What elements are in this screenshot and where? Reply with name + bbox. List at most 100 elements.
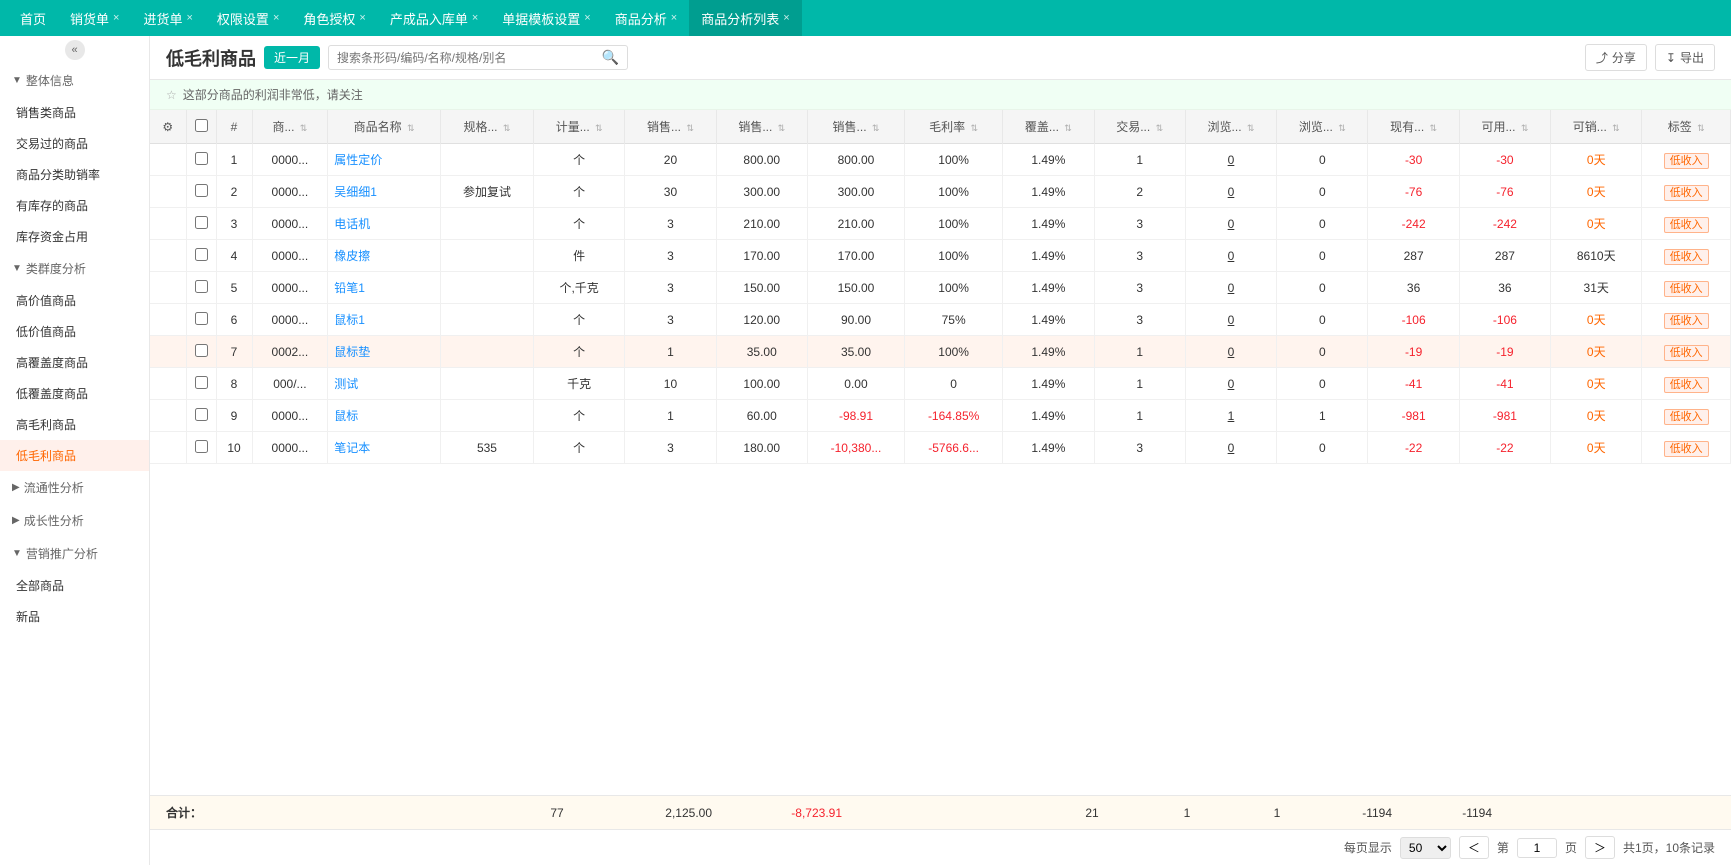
next-page-btn[interactable]: ＞ bbox=[1585, 836, 1615, 859]
td-checkbox-3[interactable] bbox=[186, 240, 216, 272]
nav-product-entry[interactable]: 产成品入库单 × bbox=[378, 0, 490, 36]
close-purchase-icon[interactable]: × bbox=[186, 12, 192, 24]
row-checkbox-9[interactable] bbox=[195, 440, 208, 453]
td-checkbox-6[interactable] bbox=[186, 336, 216, 368]
th-spec[interactable]: 规格... ⇅ bbox=[440, 110, 533, 144]
sidebar-item-category-rate[interactable]: 商品分类助销率 bbox=[0, 159, 149, 190]
nav-roles[interactable]: 角色授权 × bbox=[291, 0, 377, 36]
td-view1-8[interactable]: 1 bbox=[1185, 400, 1276, 432]
td-name-4[interactable]: 铅笔1 bbox=[328, 272, 441, 304]
td-name-6[interactable]: 鼠标垫 bbox=[328, 336, 441, 368]
nav-product-analysis[interactable]: 商品分析 × bbox=[603, 0, 689, 36]
sidebar-item-traded-goods[interactable]: 交易过的商品 bbox=[0, 128, 149, 159]
sidebar-collapse-btn[interactable]: « bbox=[65, 40, 85, 60]
td-checkbox-0[interactable] bbox=[186, 144, 216, 176]
sidebar-item-stock-capital[interactable]: 库存资金占用 bbox=[0, 221, 149, 252]
td-checkbox-7[interactable] bbox=[186, 368, 216, 400]
td-view1-9[interactable]: 0 bbox=[1185, 432, 1276, 464]
search-icon[interactable]: 🔍 bbox=[602, 49, 619, 66]
row-checkbox-5[interactable] bbox=[195, 312, 208, 325]
row-checkbox-6[interactable] bbox=[195, 344, 208, 357]
td-checkbox-4[interactable] bbox=[186, 272, 216, 304]
th-tag[interactable]: 标签 ⇅ bbox=[1642, 110, 1731, 144]
view1-link-0[interactable]: 0 bbox=[1228, 153, 1235, 167]
th-sales-profit[interactable]: 销售... ⇅ bbox=[807, 110, 904, 144]
nav-home[interactable]: 首页 bbox=[8, 0, 58, 36]
sidebar-item-low-margin[interactable]: 低毛利商品 bbox=[0, 440, 149, 471]
td-name-3[interactable]: 橡皮擦 bbox=[328, 240, 441, 272]
close-roles-icon[interactable]: × bbox=[359, 12, 365, 24]
sidebar-item-high-margin[interactable]: 高毛利商品 bbox=[0, 409, 149, 440]
view1-link-3[interactable]: 0 bbox=[1228, 249, 1235, 263]
view1-link-2[interactable]: 0 bbox=[1228, 217, 1235, 231]
view1-link-6[interactable]: 0 bbox=[1228, 345, 1235, 359]
search-input[interactable] bbox=[337, 51, 602, 65]
th-settings[interactable]: ⚙ bbox=[150, 110, 186, 144]
td-checkbox-8[interactable] bbox=[186, 400, 216, 432]
share-btn[interactable]: ⤴ 分享 bbox=[1585, 44, 1647, 71]
table-wrapper[interactable]: ⚙ # 商... ⇅ 商品名称 ⇅ 规格... ⇅ 计量... ⇅ 销售... … bbox=[150, 110, 1731, 795]
td-view1-6[interactable]: 0 bbox=[1185, 336, 1276, 368]
th-deal-count[interactable]: 交易... ⇅ bbox=[1094, 110, 1185, 144]
td-view1-5[interactable]: 0 bbox=[1185, 304, 1276, 336]
close-product-analysis-icon[interactable]: × bbox=[671, 12, 677, 24]
sidebar-section-cluster[interactable]: ▼ 类群度分析 bbox=[0, 252, 149, 285]
td-checkbox-1[interactable] bbox=[186, 176, 216, 208]
export-btn[interactable]: ↧ 导出 bbox=[1655, 44, 1715, 71]
sidebar-item-sales-goods[interactable]: 销售类商品 bbox=[0, 97, 149, 128]
td-view1-1[interactable]: 0 bbox=[1185, 176, 1276, 208]
sidebar-item-low-coverage[interactable]: 低覆盖度商品 bbox=[0, 378, 149, 409]
row-checkbox-4[interactable] bbox=[195, 280, 208, 293]
td-checkbox-2[interactable] bbox=[186, 208, 216, 240]
td-view1-2[interactable]: 0 bbox=[1185, 208, 1276, 240]
sidebar-section-growth[interactable]: ▶ 成长性分析 bbox=[0, 504, 149, 537]
close-permissions-icon[interactable]: × bbox=[273, 12, 279, 24]
th-sales-amt[interactable]: 销售... ⇅ bbox=[716, 110, 807, 144]
row-checkbox-7[interactable] bbox=[195, 376, 208, 389]
td-view1-0[interactable]: 0 bbox=[1185, 144, 1276, 176]
nav-template-settings[interactable]: 单据模板设置 × bbox=[490, 0, 602, 36]
td-name-2[interactable]: 电话机 bbox=[328, 208, 441, 240]
row-checkbox-8[interactable] bbox=[195, 408, 208, 421]
th-name[interactable]: 商品名称 ⇅ bbox=[328, 110, 441, 144]
td-checkbox-5[interactable] bbox=[186, 304, 216, 336]
row-checkbox-1[interactable] bbox=[195, 184, 208, 197]
td-name-8[interactable]: 鼠标 bbox=[328, 400, 441, 432]
th-coverage[interactable]: 覆盖... ⇅ bbox=[1003, 110, 1094, 144]
nav-sales[interactable]: 销货单 × bbox=[58, 0, 131, 36]
th-unit[interactable]: 计量... ⇅ bbox=[533, 110, 624, 144]
th-view2[interactable]: 浏览... ⇅ bbox=[1277, 110, 1368, 144]
th-view1[interactable]: 浏览... ⇅ bbox=[1185, 110, 1276, 144]
th-sales-qty[interactable]: 销售... ⇅ bbox=[625, 110, 716, 144]
close-product-entry-icon[interactable]: × bbox=[472, 12, 478, 24]
sidebar-item-in-stock-goods[interactable]: 有库存的商品 bbox=[0, 190, 149, 221]
page-number-input[interactable] bbox=[1517, 838, 1557, 858]
sidebar-item-high-coverage[interactable]: 高覆盖度商品 bbox=[0, 347, 149, 378]
td-view1-4[interactable]: 0 bbox=[1185, 272, 1276, 304]
per-page-select[interactable]: 50 100 200 bbox=[1400, 837, 1451, 859]
nav-permissions[interactable]: 权限设置 × bbox=[205, 0, 291, 36]
sidebar-section-overall[interactable]: ▼ 整体信息 bbox=[0, 64, 149, 97]
select-all-checkbox[interactable] bbox=[195, 119, 208, 132]
td-name-5[interactable]: 鼠标1 bbox=[328, 304, 441, 336]
close-sales-icon[interactable]: × bbox=[113, 12, 119, 24]
row-checkbox-2[interactable] bbox=[195, 216, 208, 229]
th-code[interactable]: 商... ⇅ bbox=[252, 110, 328, 144]
th-current-stock[interactable]: 现有... ⇅ bbox=[1368, 110, 1459, 144]
td-checkbox-9[interactable] bbox=[186, 432, 216, 464]
td-name-0[interactable]: 属性定价 bbox=[328, 144, 441, 176]
view1-link-9[interactable]: 0 bbox=[1228, 441, 1235, 455]
th-gross-rate[interactable]: 毛利率 ⇅ bbox=[905, 110, 1003, 144]
sidebar-section-marketing[interactable]: ▼ 营销推广分析 bbox=[0, 537, 149, 570]
sidebar-item-low-value[interactable]: 低价值商品 bbox=[0, 316, 149, 347]
td-name-7[interactable]: 测试 bbox=[328, 368, 441, 400]
nav-purchase[interactable]: 进货单 × bbox=[131, 0, 204, 36]
view1-link-7[interactable]: 0 bbox=[1228, 377, 1235, 391]
th-checkbox[interactable] bbox=[186, 110, 216, 144]
time-filter-btn[interactable]: 近一月 bbox=[264, 46, 320, 69]
sidebar-item-all-goods[interactable]: 全部商品 bbox=[0, 570, 149, 601]
td-name-9[interactable]: 笔记本 bbox=[328, 432, 441, 464]
sidebar-section-circulation[interactable]: ▶ 流通性分析 bbox=[0, 471, 149, 504]
view1-link-4[interactable]: 0 bbox=[1228, 281, 1235, 295]
sidebar-item-new-goods[interactable]: 新品 bbox=[0, 601, 149, 632]
